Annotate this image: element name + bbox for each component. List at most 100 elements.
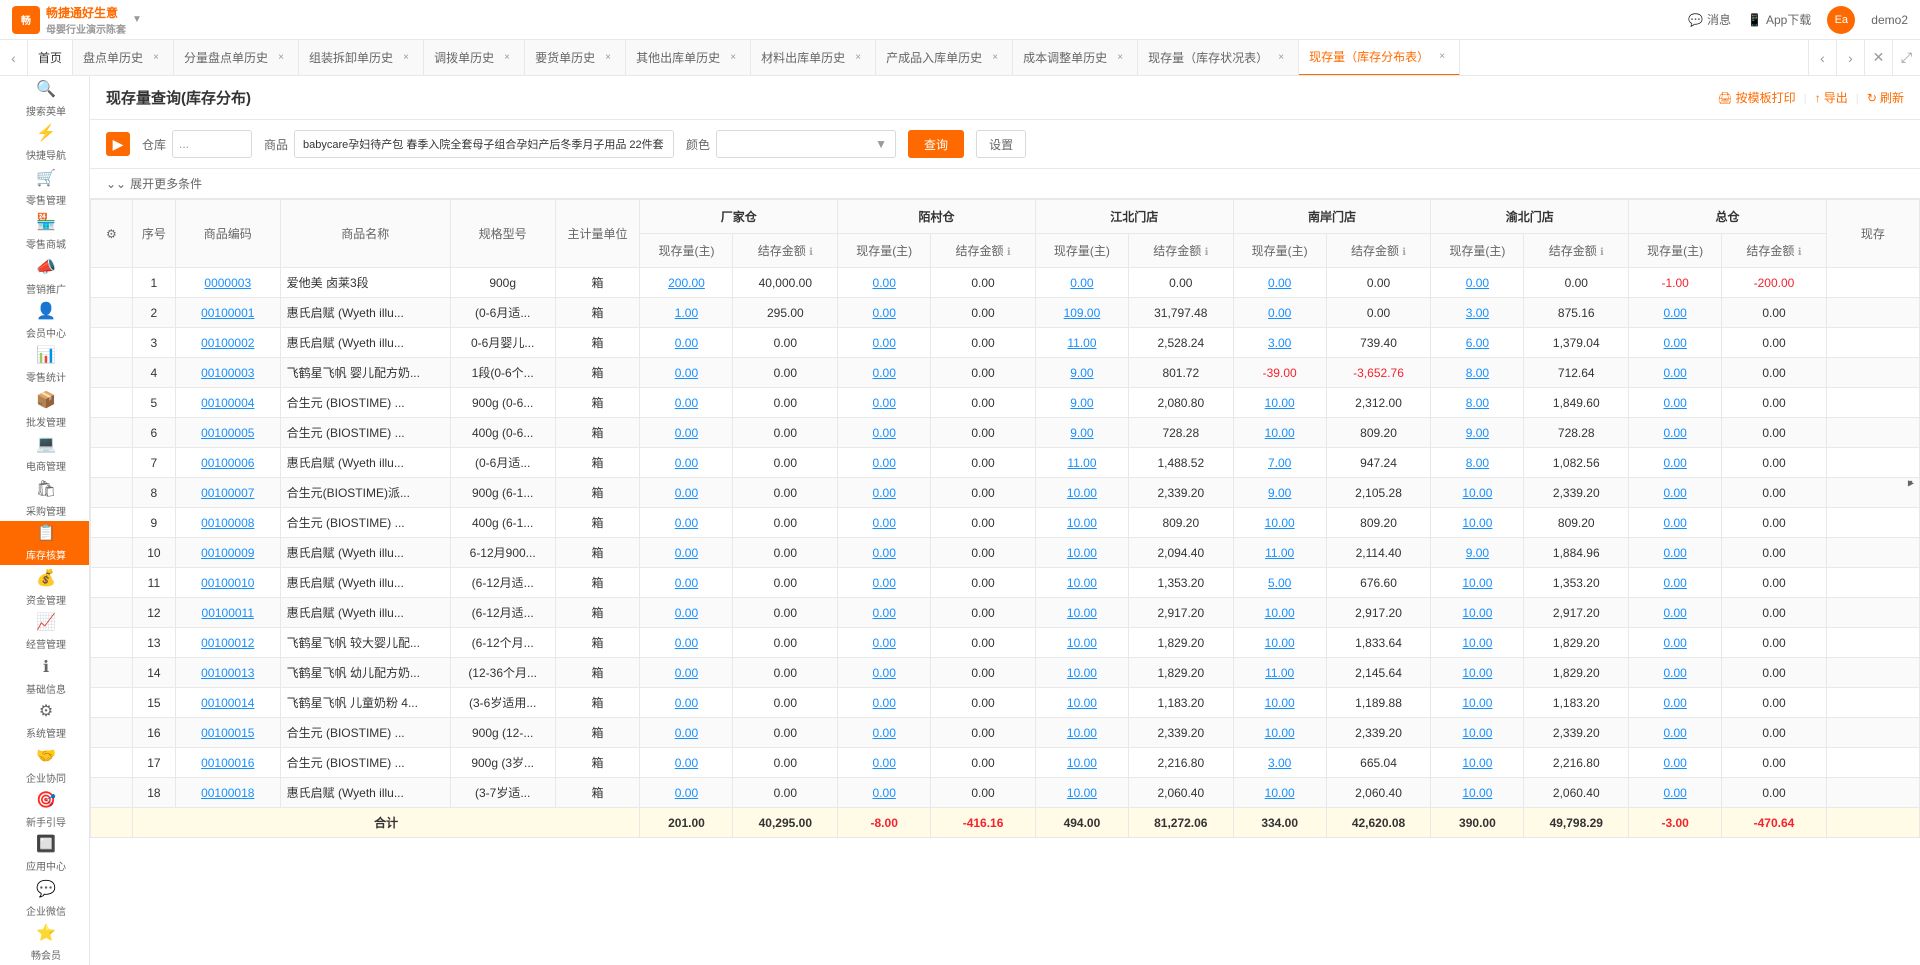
- cell-yubei-qty-14[interactable]: 10.00: [1431, 688, 1524, 718]
- cell-yubei-qty-12[interactable]: 10.00: [1431, 628, 1524, 658]
- cell-village-qty-12[interactable]: 0.00: [838, 628, 931, 658]
- sidebar-item-11[interactable]: 💰 资金管理: [0, 565, 89, 609]
- cell-factory-qty-2[interactable]: 0.00: [640, 328, 733, 358]
- sidebar-item-9[interactable]: 🛍 采购管理: [0, 476, 89, 520]
- cell-total-qty-3[interactable]: 0.00: [1629, 358, 1722, 388]
- sidebar-item-0[interactable]: 🔍 搜索英单: [0, 76, 89, 120]
- cell-total-qty-1[interactable]: 0.00: [1629, 298, 1722, 328]
- tab-item-8[interactable]: 产成品入库单历史×: [876, 40, 1013, 76]
- cell-yubei-qty-9[interactable]: 9.00: [1431, 538, 1524, 568]
- cell-jiangbei-qty-5[interactable]: 9.00: [1035, 418, 1128, 448]
- tab-item-5[interactable]: 要货单历史×: [525, 40, 626, 76]
- app-download-btn[interactable]: 📱 App下载: [1747, 11, 1811, 28]
- sidebar-item-13[interactable]: ℹ 基础信息: [0, 654, 89, 698]
- cell-total-qty-15[interactable]: 0.00: [1629, 718, 1722, 748]
- cell-nanan-qty-12[interactable]: 10.00: [1233, 628, 1326, 658]
- expand-more-btn[interactable]: ⌄⌄ 展开更多条件: [106, 175, 202, 192]
- cell-nanan-qty-3[interactable]: -39.00: [1233, 358, 1326, 388]
- tab-close-btn-8[interactable]: ×: [988, 51, 1002, 65]
- cell-total-qty-13[interactable]: 0.00: [1629, 658, 1722, 688]
- cell-yubei-qty-16[interactable]: 10.00: [1431, 748, 1524, 778]
- cell-code-15[interactable]: 00100015: [175, 718, 280, 748]
- sidebar-item-19[interactable]: ⭐ 畅会员: [0, 921, 89, 965]
- cell-code-10[interactable]: 00100010: [175, 568, 280, 598]
- tab-close-btn-6[interactable]: ×: [726, 51, 740, 65]
- sidebar-item-14[interactable]: ⚙ 系统管理: [0, 698, 89, 742]
- cell-code-16[interactable]: 00100016: [175, 748, 280, 778]
- print-btn[interactable]: 🖨 按模板打印: [1717, 89, 1795, 106]
- cell-code-0[interactable]: 0000003: [175, 268, 280, 298]
- cell-jiangbei-qty-6[interactable]: 11.00: [1035, 448, 1128, 478]
- cell-village-qty-17[interactable]: 0.00: [838, 778, 931, 808]
- cell-nanan-qty-17[interactable]: 10.00: [1233, 778, 1326, 808]
- cell-code-2[interactable]: 00100002: [175, 328, 280, 358]
- cell-village-qty-3[interactable]: 0.00: [838, 358, 931, 388]
- cell-village-qty-16[interactable]: 0.00: [838, 748, 931, 778]
- setting-button[interactable]: 设置: [976, 130, 1026, 158]
- tab-prev-btn[interactable]: ‹: [0, 40, 28, 76]
- cell-yubei-qty-10[interactable]: 10.00: [1431, 568, 1524, 598]
- cell-total-qty-4[interactable]: 0.00: [1629, 388, 1722, 418]
- cell-total-qty-17[interactable]: 0.00: [1629, 778, 1722, 808]
- cell-jiangbei-qty-0[interactable]: 0.00: [1035, 268, 1128, 298]
- cell-code-5[interactable]: 00100005: [175, 418, 280, 448]
- cell-factory-qty-8[interactable]: 0.00: [640, 508, 733, 538]
- cell-total-qty-5[interactable]: 0.00: [1629, 418, 1722, 448]
- warehouse-select[interactable]: ...: [172, 130, 252, 158]
- cell-nanan-qty-14[interactable]: 10.00: [1233, 688, 1326, 718]
- cell-village-qty-11[interactable]: 0.00: [838, 598, 931, 628]
- cell-factory-qty-10[interactable]: 0.00: [640, 568, 733, 598]
- cell-factory-qty-1[interactable]: 1.00: [640, 298, 733, 328]
- filter-expand-btn[interactable]: ▶: [106, 132, 130, 156]
- tab-item-2[interactable]: 分量盘点单历史×: [174, 40, 299, 76]
- cell-nanan-qty-5[interactable]: 10.00: [1233, 418, 1326, 448]
- sidebar-item-6[interactable]: 📊 零售统计: [0, 343, 89, 387]
- cell-factory-qty-16[interactable]: 0.00: [640, 748, 733, 778]
- cell-total-qty-6[interactable]: 0.00: [1629, 448, 1722, 478]
- tab-item-6[interactable]: 其他出库单历史×: [626, 40, 751, 76]
- cell-village-qty-10[interactable]: 0.00: [838, 568, 931, 598]
- cell-yubei-qty-4[interactable]: 8.00: [1431, 388, 1524, 418]
- tab-item-10[interactable]: 现存量（库存状况表）×: [1138, 40, 1299, 76]
- tab-close-btn-3[interactable]: ×: [399, 51, 413, 65]
- cell-code-3[interactable]: 00100003: [175, 358, 280, 388]
- cell-nanan-qty-6[interactable]: 7.00: [1233, 448, 1326, 478]
- cell-jiangbei-qty-1[interactable]: 109.00: [1035, 298, 1128, 328]
- cell-village-qty-7[interactable]: 0.00: [838, 478, 931, 508]
- tab-item-3[interactable]: 组装拆卸单历史×: [299, 40, 424, 76]
- cell-village-qty-2[interactable]: 0.00: [838, 328, 931, 358]
- tab-close-btn-9[interactable]: ×: [1113, 51, 1127, 65]
- cell-village-qty-8[interactable]: 0.00: [838, 508, 931, 538]
- cell-nanan-qty-15[interactable]: 10.00: [1233, 718, 1326, 748]
- cell-total-qty-2[interactable]: 0.00: [1629, 328, 1722, 358]
- cell-factory-qty-9[interactable]: 0.00: [640, 538, 733, 568]
- cell-yubei-qty-8[interactable]: 10.00: [1431, 508, 1524, 538]
- cell-jiangbei-qty-9[interactable]: 10.00: [1035, 538, 1128, 568]
- tab-item-0[interactable]: 首页: [28, 40, 73, 76]
- cell-total-qty-16[interactable]: 0.00: [1629, 748, 1722, 778]
- cell-jiangbei-qty-15[interactable]: 10.00: [1035, 718, 1128, 748]
- color-select[interactable]: ▼: [716, 130, 896, 158]
- cell-jiangbei-qty-11[interactable]: 10.00: [1035, 598, 1128, 628]
- cell-jiangbei-qty-4[interactable]: 9.00: [1035, 388, 1128, 418]
- cell-village-qty-1[interactable]: 0.00: [838, 298, 931, 328]
- cell-village-qty-5[interactable]: 0.00: [838, 418, 931, 448]
- cell-jiangbei-qty-17[interactable]: 10.00: [1035, 778, 1128, 808]
- tab-close-btn-5[interactable]: ×: [601, 51, 615, 65]
- cell-nanan-qty-11[interactable]: 10.00: [1233, 598, 1326, 628]
- tab-fullscreen-btn[interactable]: ⤢: [1892, 40, 1920, 76]
- user-avatar-area[interactable]: Ea: [1827, 6, 1855, 34]
- sidebar-item-8[interactable]: 💻 电商管理: [0, 432, 89, 476]
- cell-jiangbei-qty-7[interactable]: 10.00: [1035, 478, 1128, 508]
- cell-factory-qty-13[interactable]: 0.00: [640, 658, 733, 688]
- cell-yubei-qty-3[interactable]: 8.00: [1431, 358, 1524, 388]
- cell-code-17[interactable]: 00100018: [175, 778, 280, 808]
- sidebar-item-1[interactable]: ⚡ 快捷导航: [0, 120, 89, 164]
- cell-code-11[interactable]: 00100011: [175, 598, 280, 628]
- cell-village-qty-13[interactable]: 0.00: [838, 658, 931, 688]
- cell-total-qty-9[interactable]: 0.00: [1629, 538, 1722, 568]
- tab-close-btn-2[interactable]: ×: [274, 51, 288, 65]
- cell-jiangbei-qty-8[interactable]: 10.00: [1035, 508, 1128, 538]
- cell-village-qty-9[interactable]: 0.00: [838, 538, 931, 568]
- cell-total-qty-11[interactable]: 0.00: [1629, 598, 1722, 628]
